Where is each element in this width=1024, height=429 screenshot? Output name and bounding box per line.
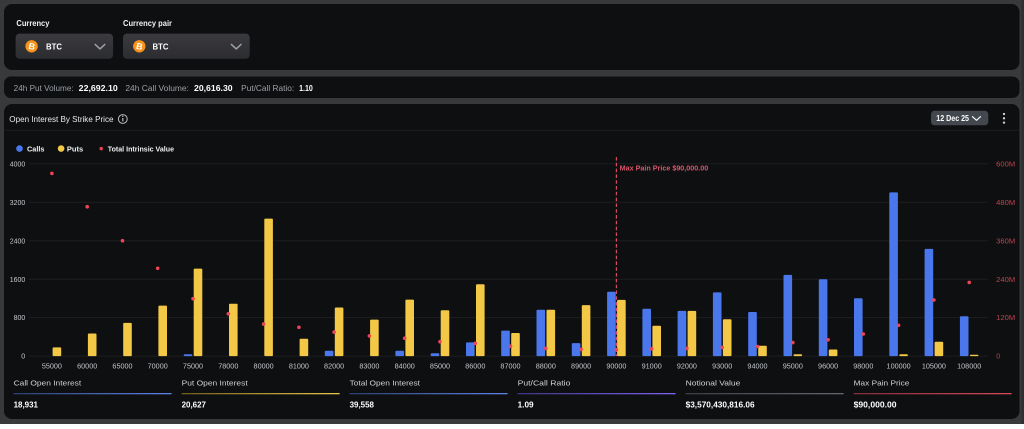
svg-text:55000: 55000: [42, 361, 62, 370]
svg-text:Currency pair: Currency pair: [123, 18, 173, 28]
svg-text:95000: 95000: [783, 361, 803, 370]
svg-text:24h Call Volume:: 24h Call Volume:: [125, 84, 189, 93]
svg-text:91000: 91000: [642, 361, 662, 370]
svg-text:Call Open Interest: Call Open Interest: [14, 379, 82, 388]
svg-text:$3,570,430,816.06: $3,570,430,816.06: [686, 399, 755, 409]
svg-text:88000: 88000: [536, 361, 556, 370]
svg-text:480M: 480M: [996, 200, 1015, 207]
svg-text:98000: 98000: [853, 361, 873, 370]
svg-text:Open Interest By Strike Price: Open Interest By Strike Price: [9, 114, 114, 124]
svg-text:Calls: Calls: [27, 145, 45, 154]
svg-text:92000: 92000: [677, 361, 697, 370]
svg-text:24h Put Volume:: 24h Put Volume:: [14, 84, 74, 93]
svg-text:240M: 240M: [996, 277, 1015, 284]
svg-text:Put/Call Ratio: Put/Call Ratio: [518, 379, 571, 388]
svg-text:39,558: 39,558: [350, 399, 375, 409]
svg-text:0: 0: [21, 354, 25, 361]
svg-text:84000: 84000: [395, 361, 415, 370]
svg-text:87000: 87000: [500, 361, 520, 370]
svg-text:18,931: 18,931: [14, 399, 39, 409]
svg-text:70000: 70000: [148, 361, 168, 370]
svg-text:105000: 105000: [922, 361, 946, 370]
svg-text:20,627: 20,627: [182, 399, 207, 409]
svg-text:94000: 94000: [747, 361, 767, 370]
svg-text:Max Pain Price: Max Pain Price: [854, 379, 910, 388]
svg-text:Put/Call Ratio:: Put/Call Ratio:: [241, 84, 294, 93]
svg-text:Put Open Interest: Put Open Interest: [182, 379, 248, 388]
svg-text:$90,000.00: $90,000.00: [854, 399, 897, 409]
svg-text:4000: 4000: [10, 161, 25, 168]
svg-text:Currency: Currency: [16, 18, 49, 28]
svg-text:93000: 93000: [712, 361, 732, 370]
svg-text:22,692.10: 22,692.10: [79, 83, 118, 93]
svg-text:83000: 83000: [359, 361, 379, 370]
svg-text:120M: 120M: [996, 315, 1015, 322]
svg-text:100000: 100000: [887, 361, 911, 370]
svg-text:85000: 85000: [430, 361, 450, 370]
svg-text:BTC: BTC: [46, 42, 62, 52]
svg-text:108000: 108000: [957, 361, 981, 370]
svg-text:0: 0: [996, 354, 1000, 361]
svg-text:75000: 75000: [183, 361, 203, 370]
svg-text:89000: 89000: [571, 361, 591, 370]
svg-text:BTC: BTC: [153, 42, 169, 52]
svg-text:82000: 82000: [324, 361, 344, 370]
svg-text:1600: 1600: [10, 277, 25, 284]
svg-text:Total Intrinsic Value: Total Intrinsic Value: [108, 145, 174, 154]
svg-text:1.09: 1.09: [518, 399, 534, 409]
svg-text:80000: 80000: [254, 361, 274, 370]
svg-text:78000: 78000: [218, 361, 238, 370]
svg-text:60000: 60000: [77, 361, 97, 370]
svg-text:1.10: 1.10: [299, 83, 313, 93]
svg-text:360M: 360M: [996, 238, 1015, 245]
svg-text:Total Open Interest: Total Open Interest: [350, 379, 420, 388]
svg-text:96000: 96000: [818, 361, 838, 370]
svg-text:81000: 81000: [289, 361, 309, 370]
svg-text:65000: 65000: [112, 361, 132, 370]
svg-text:Max Pain Price $90,000.00: Max Pain Price $90,000.00: [620, 164, 709, 173]
svg-text:Puts: Puts: [67, 145, 83, 154]
svg-text:3200: 3200: [10, 200, 25, 207]
svg-text:12 Dec 25: 12 Dec 25: [936, 114, 969, 123]
svg-text:600M: 600M: [996, 161, 1015, 168]
svg-text:2400: 2400: [10, 238, 25, 245]
svg-text:86000: 86000: [465, 361, 485, 370]
svg-text:90000: 90000: [606, 361, 626, 370]
svg-text:Notional Value: Notional Value: [686, 379, 741, 388]
svg-text:800: 800: [14, 315, 26, 322]
svg-text:20,616.30: 20,616.30: [194, 83, 233, 93]
